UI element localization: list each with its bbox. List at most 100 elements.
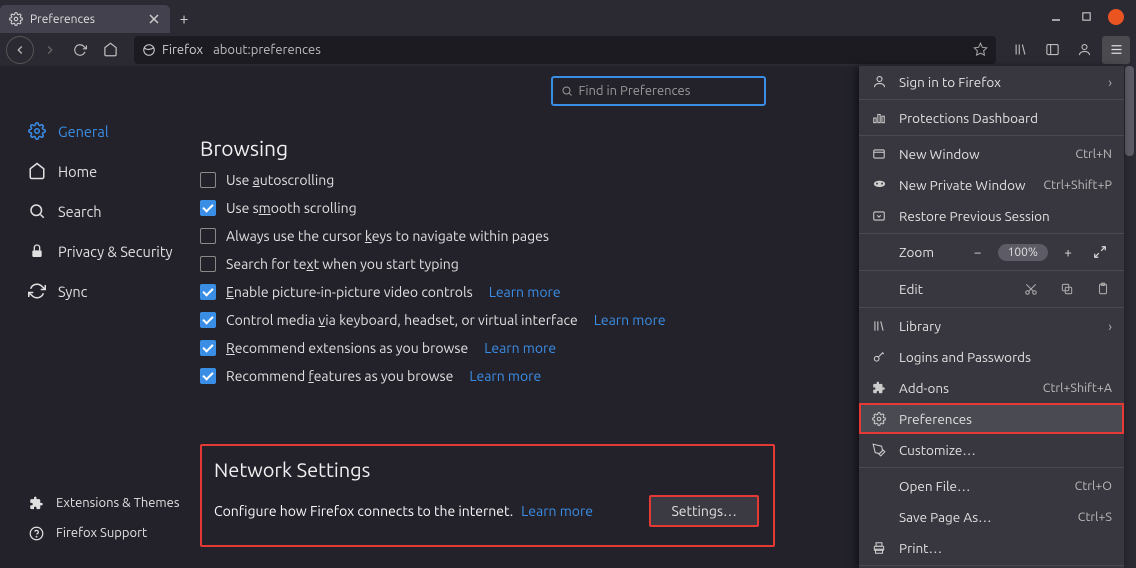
zoom-value[interactable]: 100% [998, 244, 1048, 261]
sidebar-button[interactable] [1038, 36, 1066, 64]
checkbox-label[interactable]: Enable picture-in-picture video controls [226, 284, 473, 300]
fullscreen-button[interactable] [1088, 240, 1112, 264]
menu-separator [859, 99, 1124, 100]
edit-label: Edit [899, 281, 1004, 297]
checkbox[interactable] [200, 368, 216, 384]
sidebar-item-label: Extensions & Themes [56, 496, 179, 510]
learn-more-link[interactable]: Learn more [469, 368, 541, 384]
checkbox[interactable] [200, 340, 216, 356]
checkbox-label[interactable]: Recommend features as you browse [226, 368, 453, 384]
forward-button[interactable] [36, 36, 64, 64]
sync-icon [28, 282, 46, 300]
menu-restore-session[interactable]: Restore Previous Session [859, 200, 1124, 231]
sidebar-item-general[interactable]: General [0, 111, 200, 151]
menu-label: Library [899, 318, 1096, 334]
gear-icon [871, 411, 887, 427]
new-tab-button[interactable]: + [170, 5, 198, 33]
learn-more-link[interactable]: Learn more [489, 284, 561, 300]
app-menu: Sign in to Firefox › Protections Dashboa… [859, 66, 1124, 568]
scrollbar[interactable] [1123, 66, 1136, 568]
menu-print[interactable]: Print… [859, 532, 1124, 563]
menu-protections[interactable]: Protections Dashboard [859, 102, 1124, 133]
checkbox[interactable] [200, 228, 216, 244]
checkbox-label[interactable]: Use autoscrolling [226, 172, 334, 188]
checkbox-label[interactable]: Use smooth scrolling [226, 200, 357, 216]
menu-label: Sign in to Firefox [899, 74, 1096, 90]
menu-label: Add-ons [899, 380, 1031, 396]
network-learn-more-link[interactable]: Learn more [521, 503, 593, 519]
bookmark-star-icon[interactable] [973, 42, 988, 57]
menu-logins[interactable]: Logins and Passwords [859, 341, 1124, 372]
sidebar-item-search[interactable]: Search [0, 191, 200, 231]
menu-preferences[interactable]: Preferences [859, 403, 1124, 434]
menu-separator [859, 135, 1124, 136]
puzzle-icon [871, 380, 887, 396]
paste-icon[interactable] [1094, 280, 1112, 298]
account-button[interactable] [1070, 36, 1098, 64]
window-icon [871, 146, 887, 162]
sidebar-item-privacy[interactable]: Privacy & Security [0, 231, 200, 271]
checkbox-label[interactable]: Recommend extensions as you browse [226, 340, 468, 356]
sidebar-item-support[interactable]: Firefox Support [0, 518, 200, 548]
sidebar-item-label: Sync [58, 283, 87, 300]
zoom-in-button[interactable]: + [1056, 240, 1080, 264]
menu-label: New Window [899, 146, 1063, 162]
network-desc: Configure how Firefox connects to the in… [214, 503, 513, 519]
menu-library[interactable]: Library › [859, 310, 1124, 341]
menu-label: Print… [899, 540, 1112, 556]
sidebar-item-extensions[interactable]: Extensions & Themes [0, 488, 200, 518]
url-text: about:preferences [213, 43, 973, 57]
preferences-sidebar: General Home Search Privacy & Security S… [0, 66, 200, 568]
copy-icon[interactable] [1058, 280, 1076, 298]
library-icon [871, 318, 887, 334]
maximize-button[interactable] [1078, 9, 1094, 25]
menu-edit-row: Edit [859, 273, 1124, 305]
window-close-button[interactable] [1108, 9, 1124, 25]
close-icon[interactable] [146, 11, 162, 27]
sidebar-item-home[interactable]: Home [0, 151, 200, 191]
menu-shortcut: Ctrl+N [1075, 147, 1112, 161]
checkbox[interactable] [200, 172, 216, 188]
menu-label: New Private Window [899, 177, 1031, 193]
learn-more-link[interactable]: Learn more [594, 312, 666, 328]
search-icon [28, 202, 46, 220]
menu-customize[interactable]: Customize… [859, 434, 1124, 465]
tab-label: Preferences [30, 13, 146, 26]
home-button[interactable] [96, 36, 124, 64]
minimize-button[interactable] [1048, 9, 1064, 25]
menu-new-private[interactable]: New Private Window Ctrl+Shift+P [859, 169, 1124, 200]
menu-signin[interactable]: Sign in to Firefox › [859, 66, 1124, 97]
navbar: Firefox about:preferences [0, 33, 1136, 66]
checkbox-label[interactable]: Control media via keyboard, headset, or … [226, 312, 578, 328]
library-button[interactable] [1006, 36, 1034, 64]
printer-icon [871, 540, 887, 556]
reload-button[interactable] [66, 36, 94, 64]
firefox-icon [142, 43, 156, 57]
checkbox[interactable] [200, 256, 216, 272]
checkbox[interactable] [200, 200, 216, 216]
checkbox-label[interactable]: Search for text when you start typing [226, 256, 459, 272]
find-preferences-input[interactable]: Find in Preferences [551, 76, 766, 106]
checkbox[interactable] [200, 312, 216, 328]
zoom-out-button[interactable]: − [966, 240, 990, 264]
checkbox-label[interactable]: Always use the cursor keys to navigate w… [226, 228, 549, 244]
browser-tab[interactable]: Preferences [0, 5, 170, 33]
menu-addons[interactable]: Add-ons Ctrl+Shift+A [859, 372, 1124, 403]
menu-new-window[interactable]: New Window Ctrl+N [859, 138, 1124, 169]
sidebar-item-sync[interactable]: Sync [0, 271, 200, 311]
account-icon [871, 74, 887, 90]
network-heading: Network Settings [214, 458, 759, 481]
network-settings-button[interactable]: Settings… [649, 495, 759, 527]
checkbox[interactable] [200, 284, 216, 300]
menu-save-page[interactable]: Save Page As… Ctrl+S [859, 501, 1124, 532]
learn-more-link[interactable]: Learn more [484, 340, 556, 356]
menu-open-file[interactable]: Open File… Ctrl+O [859, 470, 1124, 501]
home-icon [28, 162, 46, 180]
cut-icon[interactable] [1022, 280, 1040, 298]
dashboard-icon [871, 110, 887, 126]
hamburger-menu-button[interactable] [1102, 36, 1130, 64]
url-bar[interactable]: Firefox about:preferences [134, 36, 996, 64]
back-button[interactable] [6, 36, 34, 64]
sidebar-item-label: Search [58, 203, 102, 220]
scroll-thumb[interactable] [1125, 66, 1134, 156]
